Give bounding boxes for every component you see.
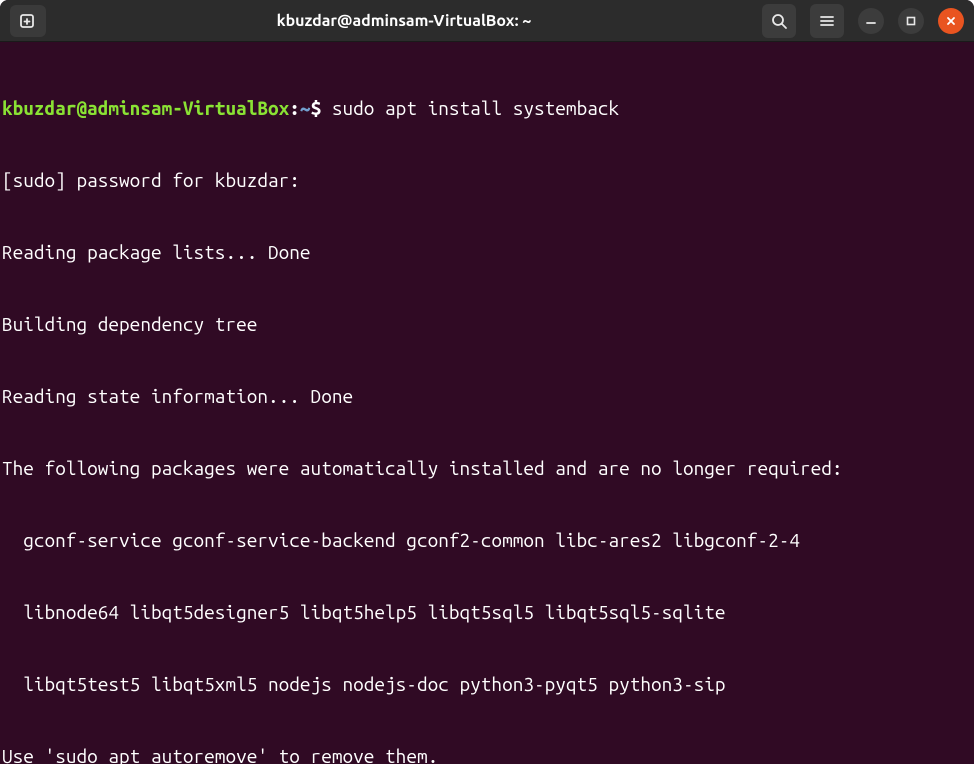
new-tab-icon — [19, 12, 37, 30]
command-text: sudo apt install systemback — [332, 97, 619, 119]
close-icon — [945, 15, 957, 27]
maximize-icon — [905, 15, 917, 27]
output-line: libqt5test5 libqt5xml5 nodejs nodejs-doc… — [2, 672, 970, 696]
prompt-symbol: $ — [311, 97, 322, 119]
titlebar-left — [10, 5, 46, 37]
terminal-body[interactable]: kbuzdar@adminsam-VirtualBox:~$ sudo apt … — [0, 42, 974, 764]
search-icon — [770, 12, 788, 30]
output-line: Reading package lists... Done — [2, 240, 970, 264]
prompt-separator: : — [289, 97, 300, 119]
menu-button[interactable] — [810, 4, 844, 38]
window-title: kbuzdar@adminsam-VirtualBox: ~ — [56, 12, 752, 30]
search-button[interactable] — [762, 4, 796, 38]
output-line: libnode64 libqt5designer5 libqt5help5 li… — [2, 600, 970, 624]
minimize-button[interactable] — [858, 8, 884, 34]
output-line: [sudo] password for kbuzdar: — [2, 168, 970, 192]
terminal-window: kbuzdar@adminsam-VirtualBox: ~ — [0, 0, 974, 764]
prompt-path: ~ — [300, 97, 311, 119]
output-line: Building dependency tree — [2, 312, 970, 336]
output-line: Reading state information... Done — [2, 384, 970, 408]
maximize-button[interactable] — [898, 8, 924, 34]
new-tab-button[interactable] — [10, 5, 46, 37]
titlebar-right — [762, 4, 964, 38]
titlebar: kbuzdar@adminsam-VirtualBox: ~ — [0, 0, 974, 42]
output-line: Use 'sudo apt autoremove' to remove them… — [2, 744, 970, 764]
output-line: The following packages were automaticall… — [2, 456, 970, 480]
prompt-user-host: kbuzdar@adminsam-VirtualBox — [2, 97, 289, 119]
hamburger-icon — [818, 12, 836, 30]
minimize-icon — [865, 15, 877, 27]
output-line: gconf-service gconf-service-backend gcon… — [2, 528, 970, 552]
close-button[interactable] — [938, 8, 964, 34]
prompt-line: kbuzdar@adminsam-VirtualBox:~$ sudo apt … — [2, 96, 970, 120]
